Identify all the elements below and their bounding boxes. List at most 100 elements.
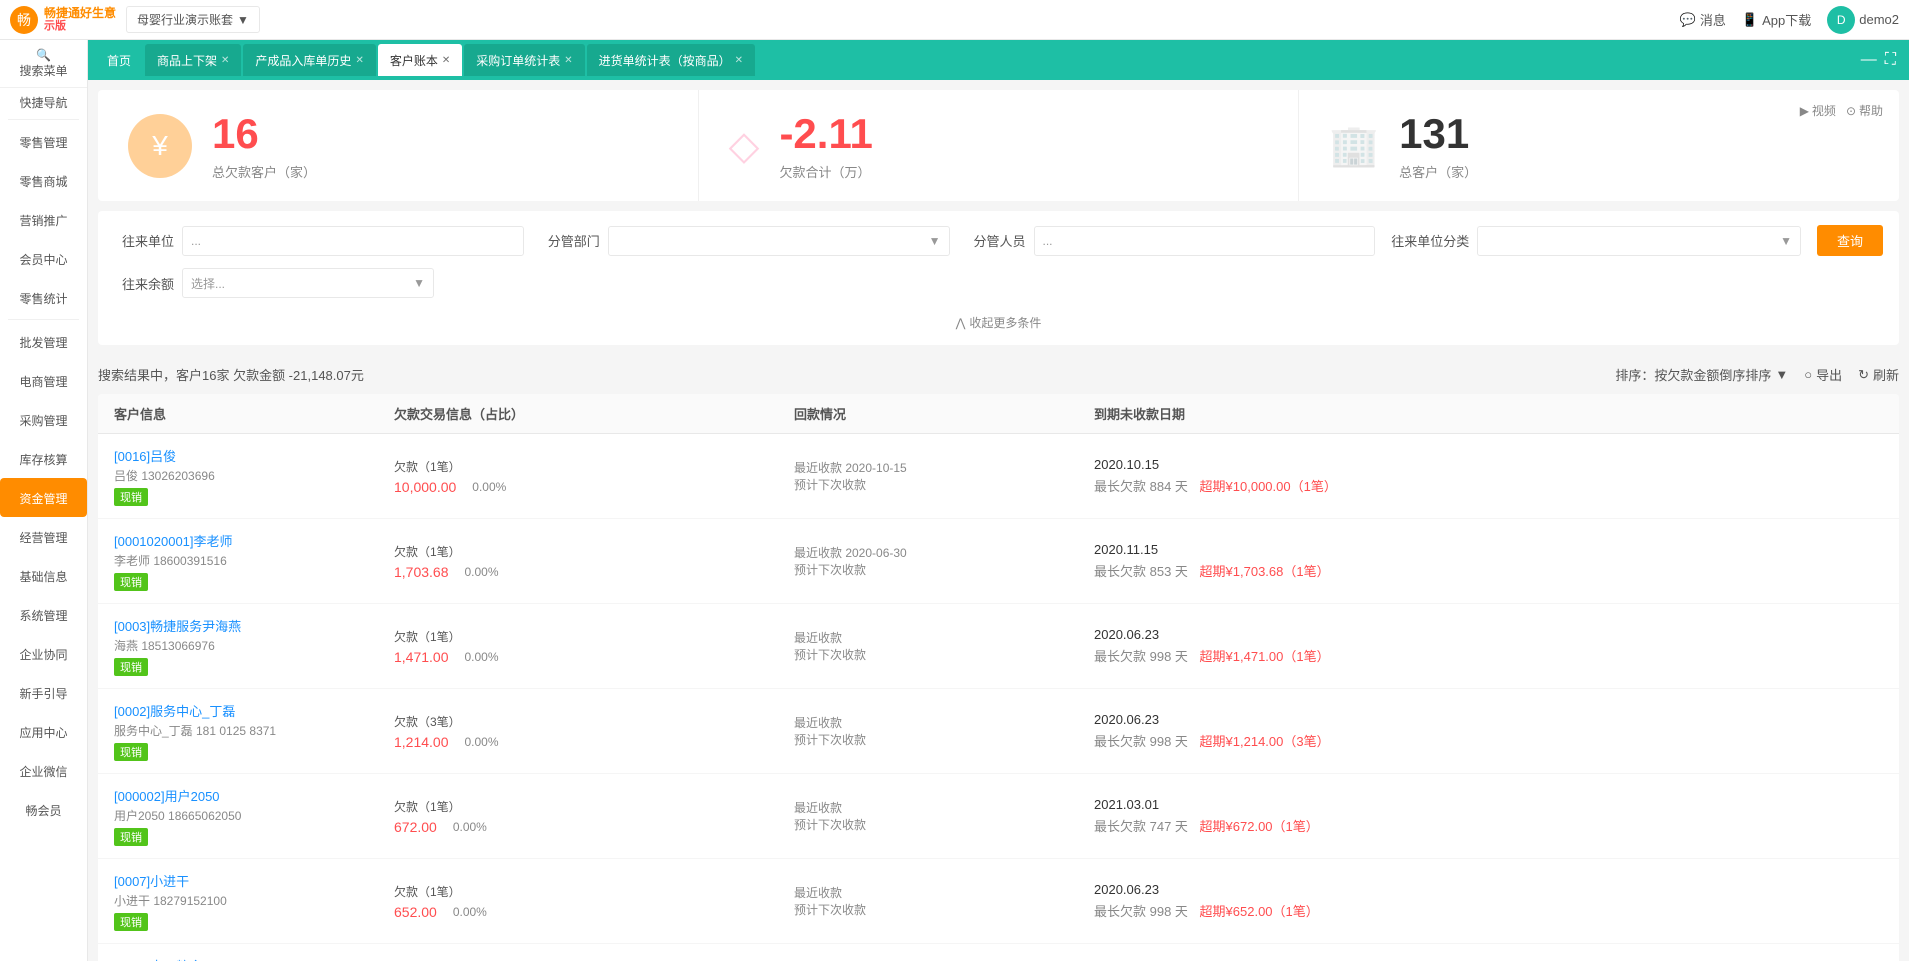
overdue-link[interactable]: 超期¥1,703.68（1笔）	[1200, 564, 1330, 579]
sidebar-item-system[interactable]: 系统管理	[0, 595, 87, 634]
user-menu[interactable]: D demo2	[1827, 6, 1899, 34]
table-header: 客户信息 欠款交易信息（占比） 回款情况 到期未收款日期	[98, 394, 1899, 434]
next-payment: 预计下次收款	[794, 476, 1094, 493]
stat-label-3: 总客户（家）	[1399, 162, 1477, 181]
debt-count: 欠款（1笔）	[394, 883, 794, 900]
department-select[interactable]: ▼	[608, 226, 950, 256]
customer-name-link[interactable]: [0006]去下粮仓	[114, 956, 394, 961]
tab-home[interactable]: 首页	[93, 44, 145, 76]
sidebar-item-basic-info[interactable]: 基础信息	[0, 556, 87, 595]
debt-amount-link[interactable]: 672.00	[394, 819, 437, 835]
tab-close-icon[interactable]: ✕	[355, 55, 363, 66]
overdue-link[interactable]: 超期¥652.00（1笔）	[1200, 904, 1319, 919]
chevron-down-icon: ▼	[237, 13, 249, 27]
category-select[interactable]: ▼	[1477, 226, 1801, 256]
app-download-btn[interactable]: 📱 App下载	[1742, 10, 1811, 29]
sidebar-item-purchase[interactable]: 采购管理	[0, 400, 87, 439]
logo-icon: 畅	[10, 6, 38, 34]
sidebar: 🔍 搜索菜单 快捷导航 零售管理 零售商城 营销推广 会员中心 零售统计	[0, 40, 88, 961]
sidebar-item-wechat[interactable]: 企业微信	[0, 751, 87, 790]
tab-close-icon[interactable]: ✕	[221, 55, 229, 66]
help-btn[interactable]: ⊙ 帮助	[1846, 102, 1883, 119]
logo-text: 畅捷通好生意 示版	[44, 6, 116, 34]
vendor-input[interactable]: ...	[182, 226, 524, 256]
company-selector[interactable]: 母婴行业演示账套 ▼	[126, 6, 260, 33]
filter-row-2: 往来余额 选择... ▼	[114, 268, 1883, 298]
customer-name-link[interactable]: [0002]服务中心_丁磊	[114, 701, 394, 720]
customer-cell: [0003]畅捷服务尹海燕 海燕 18513066976 现销	[114, 616, 394, 676]
debt-amount-link[interactable]: 1,703.68	[394, 564, 449, 580]
debt-cell: 欠款（1笔） 10,000.00 0.00%	[394, 458, 794, 495]
next-payment: 预计下次收款	[794, 816, 1094, 833]
sidebar-item-ecommerce[interactable]: 电商管理	[0, 361, 87, 400]
customer-name-link[interactable]: [0003]畅捷服务尹海燕	[114, 616, 394, 635]
customer-name-link[interactable]: [000002]用户2050	[114, 786, 394, 805]
sidebar-item-member[interactable]: 会员中心	[0, 239, 87, 278]
overdue-link[interactable]: 超期¥10,000.00（1笔）	[1200, 479, 1337, 494]
customer-sub: 小进干 18279152100	[114, 892, 394, 909]
tab-purchase-stats[interactable]: 采购订单统计表 ✕	[464, 44, 584, 76]
customer-name-link[interactable]: [0007]小进干	[114, 871, 394, 890]
video-btn[interactable]: ▶ 视频	[1800, 102, 1836, 119]
sidebar-item-collab[interactable]: 企业协同	[0, 634, 87, 673]
window-max-icon[interactable]: ⛶	[1885, 51, 1896, 69]
balance-select[interactable]: 选择... ▼	[182, 268, 434, 298]
sidebar-item-retail-stats[interactable]: 零售统计	[0, 278, 87, 317]
search-button[interactable]: 查询	[1817, 225, 1883, 256]
sidebar-item-wholesale[interactable]: 批发管理	[0, 322, 87, 361]
sidebar-item-operations[interactable]: 经营管理	[0, 517, 87, 556]
debt-ratio: 0.00%	[465, 735, 499, 749]
debt-count: 欠款（1笔）	[394, 798, 794, 815]
tab-finished-goods[interactable]: 产成品入库单历史 ✕	[243, 44, 375, 76]
overdue-link[interactable]: 超期¥1,471.00（1笔）	[1200, 649, 1330, 664]
filter-category: 往来单位分类 ▼	[1391, 226, 1801, 256]
sort-button[interactable]: 排序：按欠款金额倒序排序 ▼	[1615, 365, 1788, 384]
refresh-button[interactable]: ↻ 刷新	[1858, 365, 1899, 384]
sidebar-item-app-center[interactable]: 应用中心	[0, 712, 87, 751]
export-button[interactable]: ○ 导出	[1804, 365, 1842, 384]
chevron-down-icon: ▼	[413, 276, 425, 290]
stat-value-total: 131	[1399, 110, 1477, 158]
debt-amount-link[interactable]: 652.00	[394, 904, 437, 920]
tab-close-icon[interactable]: ✕	[564, 55, 572, 66]
message-btn[interactable]: 💬 消息	[1680, 10, 1726, 29]
tab-close-icon[interactable]: ✕	[735, 55, 743, 66]
overdue-link[interactable]: 超期¥672.00（1笔）	[1200, 819, 1319, 834]
sidebar-item-inventory[interactable]: 库存核算	[0, 439, 87, 478]
sidebar-item-retail-mall[interactable]: 零售商城	[0, 161, 87, 200]
customer-name-link[interactable]: [0001020001]李老师	[114, 531, 394, 550]
stat-top-actions: ▶ 视频 ⊙ 帮助	[1800, 102, 1883, 119]
debt-cell: 欠款（1笔） 1,471.00 0.00%	[394, 628, 794, 665]
sidebar-item-finance[interactable]: 资金管理	[0, 478, 87, 517]
tab-close-icon[interactable]: ✕	[442, 55, 450, 66]
sidebar-nav-quicknav[interactable]: 快捷导航	[0, 88, 87, 117]
last-payment: 最近收款 2020-06-30	[794, 544, 1094, 561]
overdue-link[interactable]: 超期¥1,214.00（3笔）	[1200, 734, 1330, 749]
filter-department: 分管部门 ▼	[540, 226, 950, 256]
debt-amount-link[interactable]: 1,214.00	[394, 734, 449, 750]
debt-cell: 欠款（1笔） 672.00 0.00%	[394, 798, 794, 835]
collapse-filter-btn[interactable]: ⋀ 收起更多条件	[114, 310, 1883, 331]
stat-value-debt-customers: 16	[212, 110, 316, 158]
tab-product-shelf[interactable]: 商品上下架 ✕	[145, 44, 241, 76]
customer-name-link[interactable]: [0016]吕俊	[114, 446, 394, 465]
customer-tag: 现销	[114, 658, 148, 676]
due-date-cell: 2020.06.23 最长欠款 998 天 超期¥1,471.00（1笔）	[1094, 627, 1883, 665]
diamond-icon: ◇	[729, 123, 760, 169]
main-content: ¥ 16 总欠款客户（家） ◇ -2.11 欠款合计（万）	[88, 80, 1909, 961]
sidebar-item-guide[interactable]: 新手引导	[0, 673, 87, 712]
last-payment: 最近收款	[794, 714, 1094, 731]
stat-card-debt-total: ◇ -2.11 欠款合计（万）	[699, 90, 1300, 201]
window-min-icon[interactable]: —	[1861, 51, 1877, 69]
sidebar-item-marketing[interactable]: 营销推广	[0, 200, 87, 239]
debt-amount-link[interactable]: 10,000.00	[394, 479, 456, 495]
sidebar-search[interactable]: 🔍 搜索菜单	[0, 40, 87, 88]
due-date: 2020.06.23	[1094, 627, 1883, 642]
overdue-info: 最长欠款 853 天 超期¥1,703.68（1笔）	[1094, 561, 1883, 580]
tab-goods-stats[interactable]: 进货单统计表（按商品） ✕	[587, 44, 755, 76]
sidebar-item-retail-mgmt[interactable]: 零售管理	[0, 122, 87, 161]
sidebar-item-vip[interactable]: 畅会员	[0, 790, 87, 829]
person-input[interactable]: ...	[1034, 226, 1376, 256]
debt-amount-link[interactable]: 1,471.00	[394, 649, 449, 665]
tab-customer-ledger[interactable]: 客户账本 ✕	[378, 44, 462, 76]
